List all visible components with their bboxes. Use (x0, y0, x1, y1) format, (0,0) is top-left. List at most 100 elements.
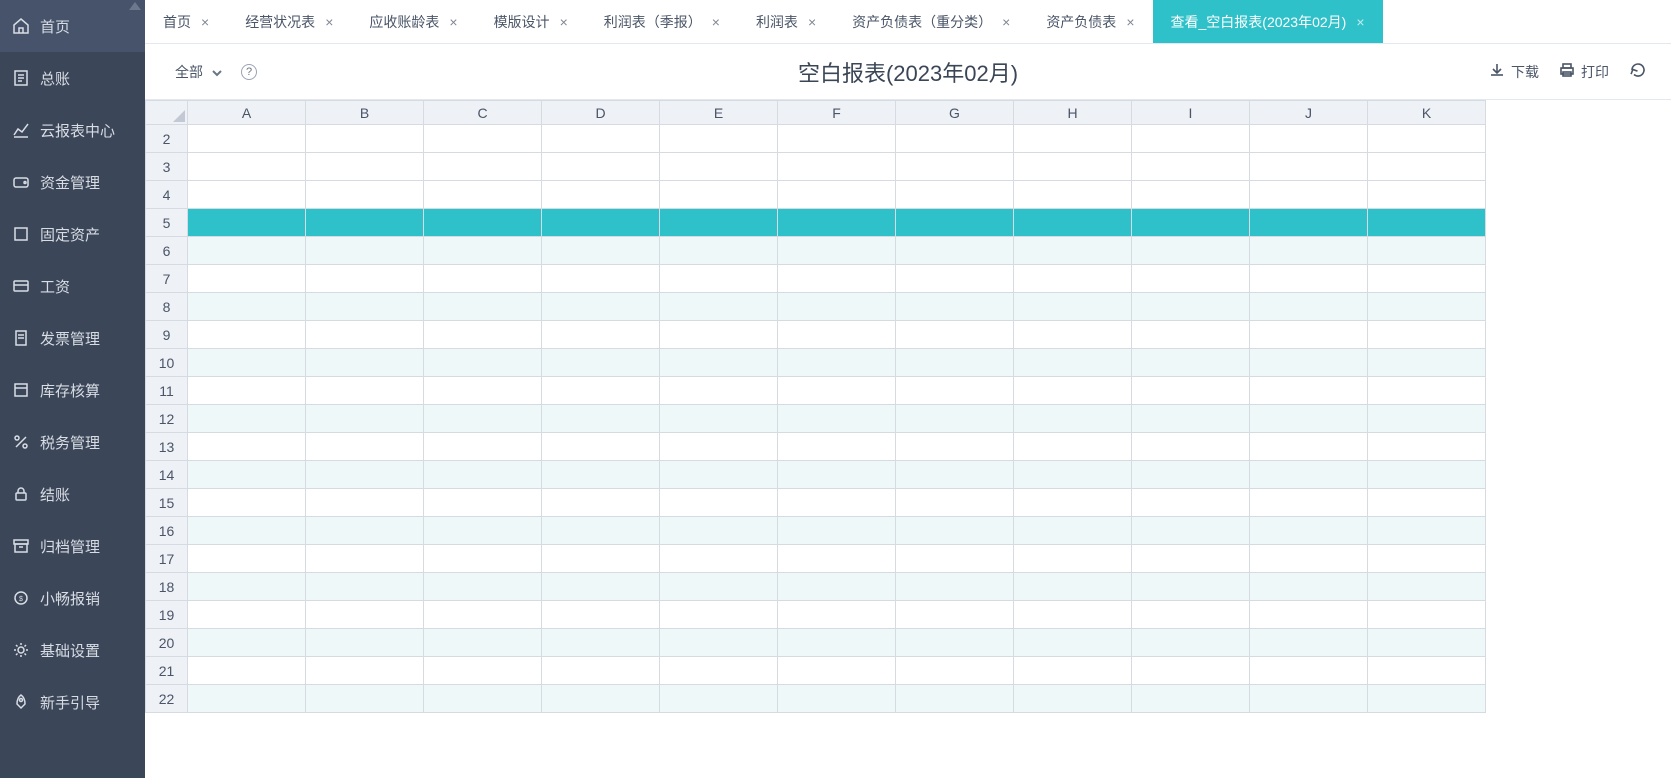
row-header-22[interactable]: 22 (146, 685, 188, 713)
cell-H18[interactable] (1014, 573, 1132, 601)
cell-K10[interactable] (1368, 349, 1486, 377)
cell-D12[interactable] (542, 405, 660, 433)
cell-C14[interactable] (424, 461, 542, 489)
sidebar-item-funds[interactable]: 资金管理 (0, 156, 145, 208)
close-icon[interactable]: × (449, 15, 457, 29)
cell-I10[interactable] (1132, 349, 1250, 377)
sidebar-item-salary[interactable]: 工资 (0, 260, 145, 312)
cell-D15[interactable] (542, 489, 660, 517)
cell-B11[interactable] (306, 377, 424, 405)
row-header-21[interactable]: 21 (146, 657, 188, 685)
row-header-11[interactable]: 11 (146, 377, 188, 405)
cell-F18[interactable] (778, 573, 896, 601)
row-header-13[interactable]: 13 (146, 433, 188, 461)
cell-J21[interactable] (1250, 657, 1368, 685)
cell-K3[interactable] (1368, 153, 1486, 181)
cell-F22[interactable] (778, 685, 896, 713)
cell-H4[interactable] (1014, 181, 1132, 209)
cell-C19[interactable] (424, 601, 542, 629)
cell-A17[interactable] (188, 545, 306, 573)
cell-G8[interactable] (896, 293, 1014, 321)
cell-A11[interactable] (188, 377, 306, 405)
cell-C4[interactable] (424, 181, 542, 209)
col-header-F[interactable]: F (778, 101, 896, 125)
cell-B21[interactable] (306, 657, 424, 685)
cell-C6[interactable] (424, 237, 542, 265)
cell-G5[interactable] (896, 209, 1014, 237)
cell-A16[interactable] (188, 517, 306, 545)
cell-A3[interactable] (188, 153, 306, 181)
cell-E16[interactable] (660, 517, 778, 545)
cell-G15[interactable] (896, 489, 1014, 517)
cell-J15[interactable] (1250, 489, 1368, 517)
cell-A4[interactable] (188, 181, 306, 209)
cell-B18[interactable] (306, 573, 424, 601)
cell-G9[interactable] (896, 321, 1014, 349)
cell-J11[interactable] (1250, 377, 1368, 405)
cell-E2[interactable] (660, 125, 778, 153)
cell-B2[interactable] (306, 125, 424, 153)
cell-E15[interactable] (660, 489, 778, 517)
sidebar-item-settings[interactable]: 基础设置 (0, 624, 145, 676)
cell-G4[interactable] (896, 181, 1014, 209)
cell-C3[interactable] (424, 153, 542, 181)
cell-J7[interactable] (1250, 265, 1368, 293)
cell-B13[interactable] (306, 433, 424, 461)
col-header-E[interactable]: E (660, 101, 778, 125)
cell-J20[interactable] (1250, 629, 1368, 657)
cell-F19[interactable] (778, 601, 896, 629)
cell-B10[interactable] (306, 349, 424, 377)
cell-H15[interactable] (1014, 489, 1132, 517)
cell-J5[interactable] (1250, 209, 1368, 237)
cell-I20[interactable] (1132, 629, 1250, 657)
help-icon[interactable]: ? (241, 64, 257, 80)
cell-F13[interactable] (778, 433, 896, 461)
cell-H13[interactable] (1014, 433, 1132, 461)
row-header-5[interactable]: 5 (146, 209, 188, 237)
sidebar-item-inventory[interactable]: 库存核算 (0, 364, 145, 416)
cell-J18[interactable] (1250, 573, 1368, 601)
cell-G3[interactable] (896, 153, 1014, 181)
sidebar-item-fixed-assets[interactable]: 固定资产 (0, 208, 145, 260)
cell-K12[interactable] (1368, 405, 1486, 433)
col-header-H[interactable]: H (1014, 101, 1132, 125)
cell-J12[interactable] (1250, 405, 1368, 433)
cell-G13[interactable] (896, 433, 1014, 461)
sidebar-item-settle[interactable]: 结账 (0, 468, 145, 520)
sidebar-item-expense[interactable]: 小畅报销 (0, 572, 145, 624)
cell-I19[interactable] (1132, 601, 1250, 629)
download-button[interactable]: 下载 (1489, 62, 1539, 82)
col-header-J[interactable]: J (1250, 101, 1368, 125)
cell-F4[interactable] (778, 181, 896, 209)
cell-D7[interactable] (542, 265, 660, 293)
cell-F5[interactable] (778, 209, 896, 237)
cell-J8[interactable] (1250, 293, 1368, 321)
row-header-7[interactable]: 7 (146, 265, 188, 293)
cell-A21[interactable] (188, 657, 306, 685)
cell-C11[interactable] (424, 377, 542, 405)
cell-K15[interactable] (1368, 489, 1486, 517)
cell-I16[interactable] (1132, 517, 1250, 545)
cell-G11[interactable] (896, 377, 1014, 405)
cell-B16[interactable] (306, 517, 424, 545)
cell-D20[interactable] (542, 629, 660, 657)
row-header-9[interactable]: 9 (146, 321, 188, 349)
cell-A15[interactable] (188, 489, 306, 517)
cell-D11[interactable] (542, 377, 660, 405)
row-header-20[interactable]: 20 (146, 629, 188, 657)
cell-E3[interactable] (660, 153, 778, 181)
cell-E10[interactable] (660, 349, 778, 377)
cell-F10[interactable] (778, 349, 896, 377)
cell-E5[interactable] (660, 209, 778, 237)
cell-D4[interactable] (542, 181, 660, 209)
col-header-G[interactable]: G (896, 101, 1014, 125)
cell-A6[interactable] (188, 237, 306, 265)
cell-G2[interactable] (896, 125, 1014, 153)
cell-D2[interactable] (542, 125, 660, 153)
cell-I11[interactable] (1132, 377, 1250, 405)
cell-E11[interactable] (660, 377, 778, 405)
cell-J4[interactable] (1250, 181, 1368, 209)
col-header-K[interactable]: K (1368, 101, 1486, 125)
cell-I15[interactable] (1132, 489, 1250, 517)
close-icon[interactable]: × (325, 15, 333, 29)
